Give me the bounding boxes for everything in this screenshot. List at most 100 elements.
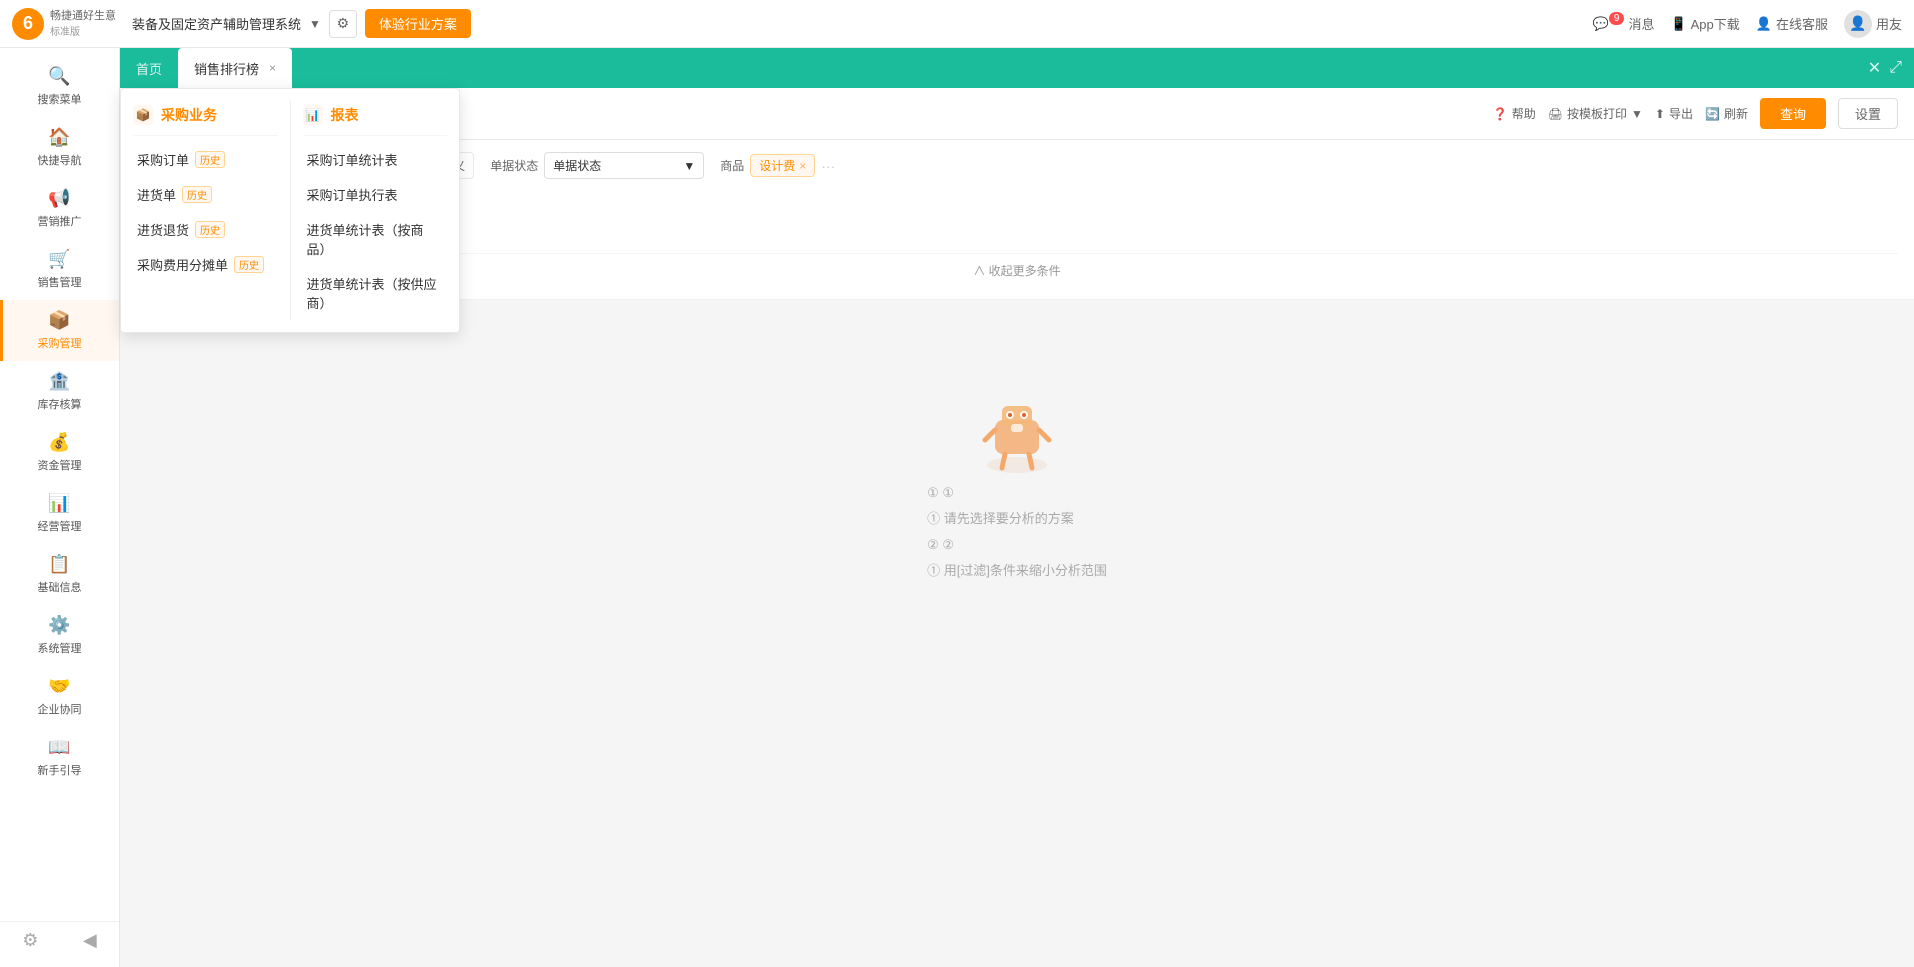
incoming-stat-supplier-label: 进货单统计表（按供应商）: [307, 274, 444, 312]
print-label: 按模板打印: [1567, 105, 1627, 122]
export-btn[interactable]: ⬆ 导出: [1655, 105, 1693, 122]
purchase-col-header: 📦 采购业务: [133, 101, 278, 136]
sidebar-item-quicknav[interactable]: 🏠 快捷导航: [0, 117, 119, 178]
goods-tag: 设计费 ×: [750, 154, 815, 177]
sidebar-label-newguide: 新手引导: [38, 762, 82, 778]
sidebar-item-marketing[interactable]: 📢 营销推广: [0, 178, 119, 239]
dropdown-item-expense[interactable]: 采购费用分摊单 历史: [133, 247, 278, 282]
help-icon: ❓: [1493, 107, 1508, 121]
sidebar-item-system[interactable]: ⚙️ 系统管理: [0, 605, 119, 666]
goods-more-btn[interactable]: ···: [821, 158, 835, 174]
baseinfo-icon: 📋: [48, 554, 70, 575]
sidebar-collapse-btn[interactable]: ◀: [83, 930, 97, 951]
sidebar-settings-btn[interactable]: ⚙: [22, 930, 38, 951]
sidebar-item-baseinfo[interactable]: 📋 基础信息: [0, 544, 119, 605]
tab-close-icon[interactable]: ×: [269, 61, 276, 75]
gear-button[interactable]: ⚙: [329, 10, 357, 38]
message-btn[interactable]: 💬 9 消息: [1593, 14, 1655, 33]
sidebar-item-search[interactable]: 🔍 搜索菜单: [0, 56, 119, 117]
goods-tag-value: 设计费: [759, 157, 795, 174]
export-label: 导出: [1669, 105, 1693, 122]
sidebar-item-operation[interactable]: 📊 经营管理: [0, 483, 119, 544]
sidebar-item-inventory[interactable]: 🏦 库存核算: [0, 361, 119, 422]
logo-area: 6 畅捷通好生意 标准版: [12, 8, 132, 40]
dropdown-item-incoming-stat-supplier[interactable]: 进货单统计表（按供应商）: [303, 266, 448, 320]
sidebar: 🔍 搜索菜单 🏠 快捷导航 📢 营销推广 🛒 销售管理 📦 采购管理 🏦 库存核…: [0, 48, 120, 967]
sales-icon: 🛒: [48, 249, 70, 270]
system-icon: ⚙️: [48, 615, 70, 636]
help-btn[interactable]: ❓ 帮助: [1493, 105, 1536, 122]
online-service-btn[interactable]: 👤 在线客服: [1756, 14, 1828, 33]
user-btn[interactable]: 👤 用友: [1844, 10, 1902, 38]
empty-hint-1: ① 请先选择要分析的方案: [927, 480, 1107, 532]
finance-icon: 💰: [48, 432, 70, 453]
tab-bar: 首页 销售排行榜 × ✕ ⤢: [120, 48, 1914, 88]
online-service-label: 在线客服: [1776, 14, 1828, 33]
return-hist: 历史: [195, 221, 225, 238]
cooperation-icon: 🤝: [48, 676, 70, 697]
tab-sales-rank[interactable]: 销售排行榜 ×: [178, 48, 292, 88]
user-name: 用友: [1876, 14, 1902, 33]
settings-btn[interactable]: 设置: [1838, 98, 1898, 129]
sidebar-bottom: ⚙ ◀: [0, 921, 119, 959]
dropdown-item-return[interactable]: 进货退货 历史: [133, 212, 278, 247]
tab-close-all-btn[interactable]: ✕: [1868, 58, 1881, 78]
header-center: 装备及固定资产辅助管理系统 ▼ ⚙ 体验行业方案: [132, 9, 1593, 38]
purchase-order-label: 采购订单: [137, 150, 189, 169]
sidebar-label-marketing: 营销推广: [38, 213, 82, 229]
dropdown-item-order-exec[interactable]: 采购订单执行表: [303, 177, 448, 212]
service-icon: 👤: [1756, 16, 1772, 32]
sidebar-label-system: 系统管理: [38, 640, 82, 656]
print-arrow[interactable]: ▼: [1631, 107, 1643, 121]
dropdown-item-order-stat[interactable]: 采购订单统计表: [303, 142, 448, 177]
status-dropdown-icon: ▼: [683, 159, 695, 173]
incoming-hist: 历史: [182, 186, 212, 203]
phone-icon: 📱: [1670, 16, 1686, 32]
logo-subtitle: 标准版: [50, 23, 116, 38]
logo-icon: 6: [12, 8, 44, 40]
expense-label: 采购费用分摊单: [137, 255, 228, 274]
purchase-dropdown-menu: 📦 采购业务 采购订单 历史 进货单 历史 进货退货 历史 采购费用分摊单 历史: [120, 88, 460, 333]
sidebar-item-purchase[interactable]: 📦 采购管理: [0, 300, 119, 361]
tab-expand-btn[interactable]: ⤢: [1889, 59, 1902, 77]
message-badge: 9: [1609, 12, 1625, 25]
header: 6 畅捷通好生意 标准版 装备及固定资产辅助管理系统 ▼ ⚙ 体验行业方案 💬 …: [0, 0, 1914, 48]
sidebar-label-quicknav: 快捷导航: [38, 152, 82, 168]
system-dropdown-arrow[interactable]: ▼: [309, 17, 321, 31]
purchase-order-hist: 历史: [195, 151, 225, 168]
report-col-icon: 📊: [303, 105, 323, 125]
home-icon: 🏠: [48, 127, 70, 148]
sidebar-item-cooperation[interactable]: 🤝 企业协同: [0, 666, 119, 727]
incoming-stat-goods-label: 进货单统计表（按商品）: [307, 220, 444, 258]
active-indicator: [0, 300, 3, 361]
dropdown-columns: 📦 采购业务 采购订单 历史 进货单 历史 进货退货 历史 采购费用分摊单 历史: [121, 101, 459, 320]
empty-illustration: [967, 380, 1067, 480]
purchase-col-icon: 📦: [133, 105, 153, 125]
goods-tag-close[interactable]: ×: [799, 159, 806, 173]
tab-home[interactable]: 首页: [120, 48, 178, 88]
marketing-icon: 📢: [48, 188, 70, 209]
print-icon: 🖨: [1548, 107, 1563, 121]
return-label: 进货退货: [137, 220, 189, 239]
status-select[interactable]: 单据状态 ▼: [544, 152, 704, 179]
dropdown-item-purchase-order[interactable]: 采购订单 历史: [133, 142, 278, 177]
print-btn[interactable]: 🖨 按模板打印 ▼: [1548, 105, 1643, 122]
industry-btn[interactable]: 体验行业方案: [365, 9, 471, 38]
message-label: 消息: [1628, 14, 1654, 33]
header-right: 💬 9 消息 📱 App下载 👤 在线客服 👤 用友: [1593, 10, 1902, 38]
sidebar-label-cooperation: 企业协同: [38, 701, 82, 717]
dropdown-item-incoming-stat-goods[interactable]: 进货单统计表（按商品）: [303, 212, 448, 266]
export-icon: ⬆: [1655, 107, 1665, 121]
refresh-btn[interactable]: 🔄 刷新: [1705, 105, 1748, 122]
sidebar-label-finance: 资金管理: [38, 457, 82, 473]
sidebar-label-sales: 销售管理: [38, 274, 82, 290]
sidebar-item-newguide[interactable]: 📖 新手引导: [0, 727, 119, 788]
app-download-btn[interactable]: 📱 App下载: [1670, 14, 1739, 33]
query-btn[interactable]: 查询: [1760, 98, 1826, 129]
logo-title: 畅捷通好生意: [50, 9, 116, 23]
sidebar-item-sales[interactable]: 🛒 销售管理: [0, 239, 119, 300]
message-icon: 💬: [1593, 16, 1609, 32]
dropdown-item-incoming[interactable]: 进货单 历史: [133, 177, 278, 212]
sidebar-item-finance[interactable]: 💰 资金管理: [0, 422, 119, 483]
tab-sales-rank-label: 销售排行榜: [194, 59, 259, 78]
